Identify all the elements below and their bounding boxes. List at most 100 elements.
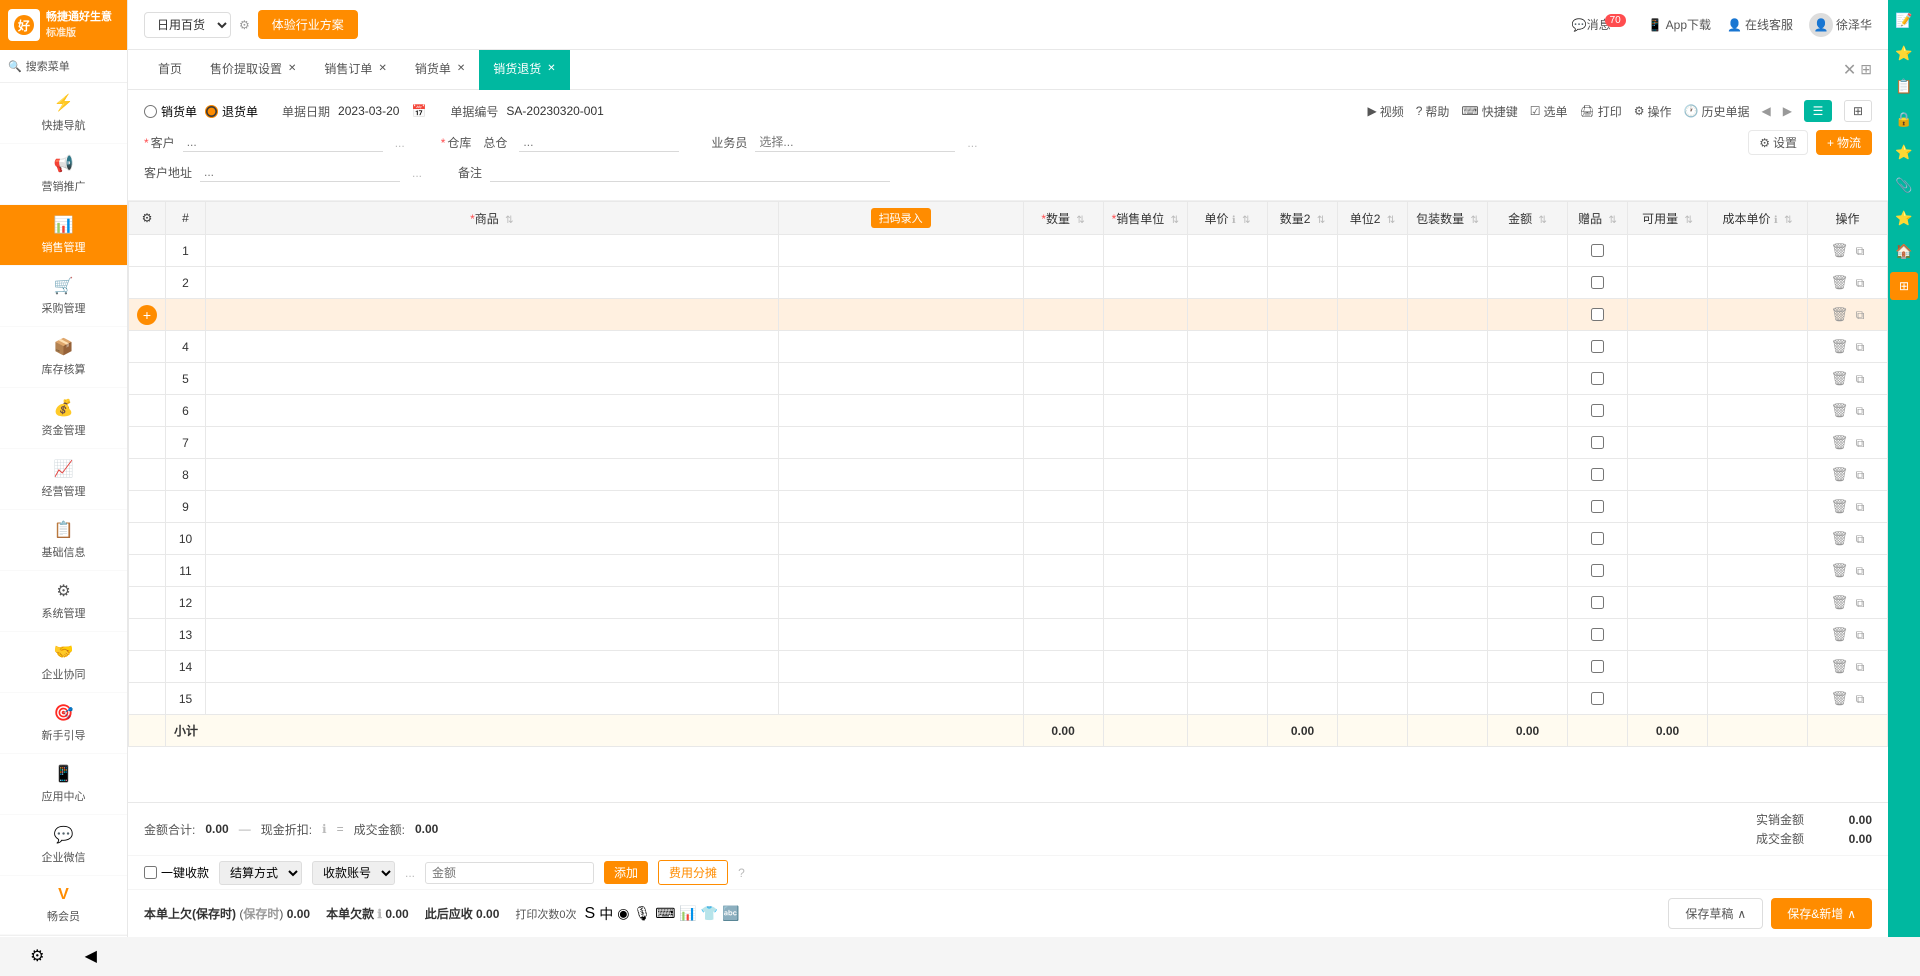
copy-row-14-icon[interactable]: ⧉ bbox=[1856, 660, 1865, 674]
gift-checkbox-7[interactable] bbox=[1591, 436, 1604, 449]
row-amount-14[interactable] bbox=[1488, 651, 1568, 683]
price-info-icon[interactable]: ℹ bbox=[1232, 215, 1236, 226]
message-btn[interactable]: 💬 消息 70 bbox=[1572, 16, 1632, 33]
row-product-7[interactable] bbox=[206, 427, 779, 459]
row-unit-10[interactable] bbox=[1103, 523, 1187, 555]
delete-row-7-icon[interactable]: 🗑 bbox=[1831, 434, 1849, 450]
row-unit-14[interactable] bbox=[1103, 651, 1187, 683]
row-product-3[interactable] bbox=[206, 299, 779, 331]
row-unit2-13[interactable] bbox=[1338, 619, 1408, 651]
delete-row-11-icon[interactable]: 🗑 bbox=[1831, 562, 1849, 578]
row-unit-2[interactable] bbox=[1103, 267, 1187, 299]
sidebar-item-quick-nav[interactable]: ⚡ 快捷导航 bbox=[0, 83, 127, 144]
row-avail-11[interactable] bbox=[1628, 555, 1708, 587]
sidebar-item-operations[interactable]: 📈 经营管理 bbox=[0, 449, 127, 510]
copy-row-5-icon[interactable]: ⧉ bbox=[1856, 372, 1865, 386]
row-unit-5[interactable] bbox=[1103, 363, 1187, 395]
search-menu[interactable]: 🔍 搜索菜单 bbox=[0, 50, 127, 83]
row-avail-5[interactable] bbox=[1628, 363, 1708, 395]
row-gift-5[interactable] bbox=[1568, 363, 1628, 395]
rp-icon-2[interactable]: ⭐ bbox=[1891, 41, 1916, 66]
th-gift[interactable]: 赠品 ⇅ bbox=[1568, 202, 1628, 235]
row-unit2-15[interactable] bbox=[1338, 683, 1408, 715]
logistics-btn[interactable]: + 物流 bbox=[1816, 130, 1872, 155]
nav-next-icon[interactable]: ▶ bbox=[1783, 104, 1792, 118]
tool-icon-6[interactable]: 👕 bbox=[701, 905, 718, 922]
copy-row-3-icon[interactable]: ⧉ bbox=[1856, 308, 1865, 322]
rp-icon-3[interactable]: 📋 bbox=[1891, 74, 1916, 99]
row-pack-13[interactable] bbox=[1408, 619, 1488, 651]
tab-sale-price[interactable]: 售价提取设置 ✕ bbox=[196, 50, 310, 90]
warehouse-input[interactable] bbox=[519, 133, 679, 152]
copy-row-9-icon[interactable]: ⧉ bbox=[1856, 500, 1865, 514]
row-amount-7[interactable] bbox=[1488, 427, 1568, 459]
row-qty2-4[interactable] bbox=[1268, 331, 1338, 363]
row-unit-15[interactable] bbox=[1103, 683, 1187, 715]
row-unit2-4[interactable] bbox=[1338, 331, 1408, 363]
row-price-10[interactable] bbox=[1188, 523, 1268, 555]
this-order-debt-info[interactable]: ℹ bbox=[377, 907, 382, 921]
row-pack-14[interactable] bbox=[1408, 651, 1488, 683]
sidebar-item-marketing[interactable]: 📢 营销推广 bbox=[0, 144, 127, 205]
sort-gift-icon[interactable]: ⇅ bbox=[1608, 215, 1616, 226]
gift-checkbox-9[interactable] bbox=[1591, 500, 1604, 513]
one-click-payment-checkbox[interactable] bbox=[144, 866, 157, 879]
gift-checkbox-14[interactable] bbox=[1591, 660, 1604, 673]
tool-icon-5[interactable]: 📊 bbox=[679, 905, 696, 922]
row-price-13[interactable] bbox=[1188, 619, 1268, 651]
row-gift-6[interactable] bbox=[1568, 395, 1628, 427]
row-qty-7[interactable] bbox=[1023, 427, 1103, 459]
row-gift-1[interactable] bbox=[1568, 235, 1628, 267]
sort-unit-icon[interactable]: ⇅ bbox=[1171, 215, 1179, 226]
row-qty2-14[interactable] bbox=[1268, 651, 1338, 683]
rp-icon-4[interactable]: 🔒 bbox=[1891, 107, 1916, 132]
sort-pack-icon[interactable]: ⇅ bbox=[1470, 215, 1478, 226]
row-qty-9[interactable] bbox=[1023, 491, 1103, 523]
row-qty2-15[interactable] bbox=[1268, 683, 1338, 715]
row-product-12[interactable] bbox=[206, 587, 779, 619]
cost-info-icon[interactable]: ℹ bbox=[1774, 215, 1778, 226]
row-unit-12[interactable] bbox=[1103, 587, 1187, 619]
row-qty2-7[interactable] bbox=[1268, 427, 1338, 459]
row-price-9[interactable] bbox=[1188, 491, 1268, 523]
row-unit-7[interactable] bbox=[1103, 427, 1187, 459]
row-price-5[interactable] bbox=[1188, 363, 1268, 395]
row-price-15[interactable] bbox=[1188, 683, 1268, 715]
th-cost-price[interactable]: 成本单价 ℹ ⇅ bbox=[1708, 202, 1808, 235]
row-price-6[interactable] bbox=[1188, 395, 1268, 427]
calendar-icon[interactable]: 📅 bbox=[411, 104, 426, 118]
delete-row-1-icon[interactable]: 🗑 bbox=[1831, 242, 1849, 258]
row-amount-3[interactable] bbox=[1488, 299, 1568, 331]
row-unit-8[interactable] bbox=[1103, 459, 1187, 491]
row-qty-8[interactable] bbox=[1023, 459, 1103, 491]
amount-input[interactable] bbox=[425, 862, 594, 884]
delete-row-3-icon[interactable]: 🗑 bbox=[1831, 306, 1849, 322]
row-pack-10[interactable] bbox=[1408, 523, 1488, 555]
copy-row-12-icon[interactable]: ⧉ bbox=[1856, 596, 1865, 610]
row-pack-1[interactable] bbox=[1408, 235, 1488, 267]
row-unit-3[interactable] bbox=[1103, 299, 1187, 331]
row-pack-12[interactable] bbox=[1408, 587, 1488, 619]
row-unit2-1[interactable] bbox=[1338, 235, 1408, 267]
sidebar-item-new-guide[interactable]: 🎯 新手引导 bbox=[0, 693, 127, 754]
row-cost-10[interactable] bbox=[1708, 523, 1808, 555]
row-cost-13[interactable] bbox=[1708, 619, 1808, 651]
settings-gear-icon[interactable]: ⚙ bbox=[239, 18, 250, 32]
toolbar-help[interactable]: ? 帮助 bbox=[1416, 103, 1450, 120]
copy-row-8-icon[interactable]: ⧉ bbox=[1856, 468, 1865, 482]
row-product-5[interactable] bbox=[206, 363, 779, 395]
row-price-1[interactable] bbox=[1188, 235, 1268, 267]
row-qty-2[interactable] bbox=[1023, 267, 1103, 299]
row-cost-15[interactable] bbox=[1708, 683, 1808, 715]
row-qty-15[interactable] bbox=[1023, 683, 1103, 715]
one-click-payment-check[interactable]: 一键收款 bbox=[144, 864, 209, 881]
row-product-13[interactable] bbox=[206, 619, 779, 651]
rp-icon-8[interactable]: 🏠 bbox=[1891, 239, 1916, 264]
copy-row-10-icon[interactable]: ⧉ bbox=[1856, 532, 1865, 546]
row-product-15[interactable] bbox=[206, 683, 779, 715]
row-product-3-input[interactable] bbox=[214, 308, 770, 322]
add-row-btn[interactable]: + bbox=[137, 305, 157, 325]
copy-row-4-icon[interactable]: ⧉ bbox=[1856, 340, 1865, 354]
row-avail-8[interactable] bbox=[1628, 459, 1708, 491]
tool-icon-4[interactable]: ⌨ bbox=[655, 905, 675, 922]
